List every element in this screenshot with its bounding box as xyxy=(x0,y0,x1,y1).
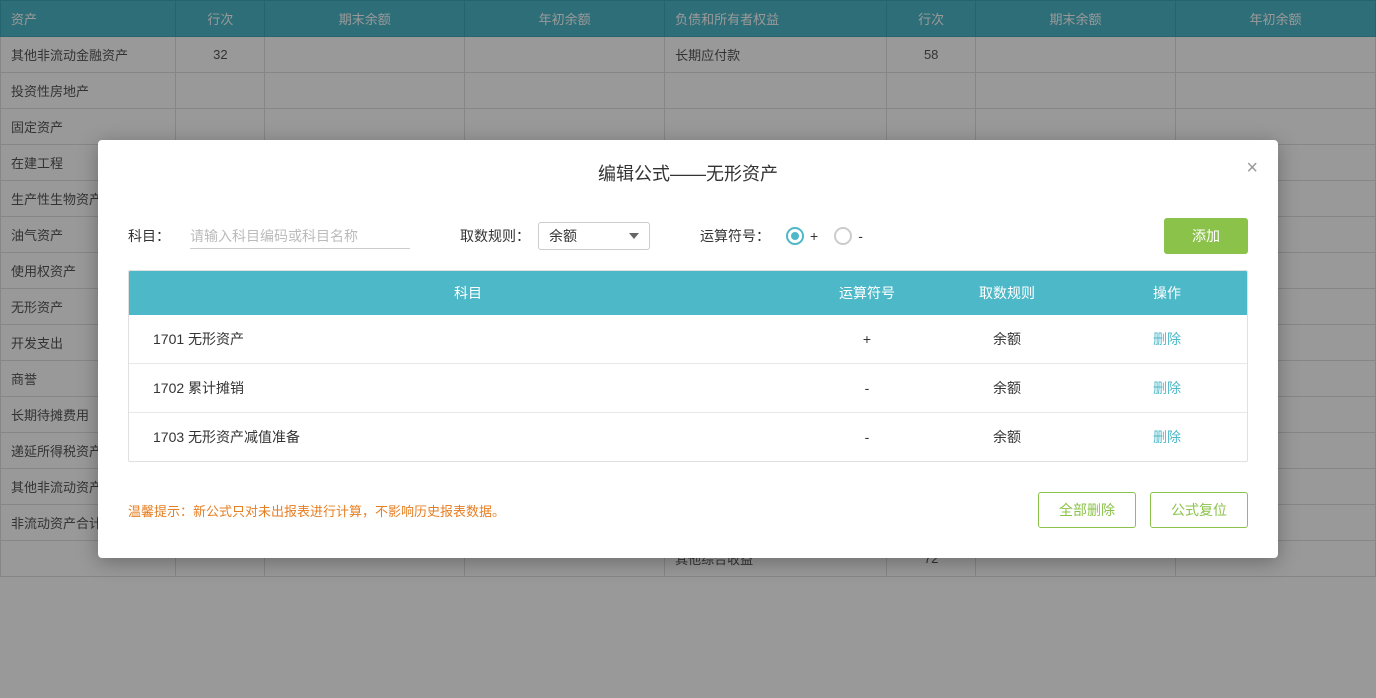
add-button[interactable]: 添加 xyxy=(1164,218,1248,254)
delete-row-link[interactable]: 删除 xyxy=(1153,331,1181,347)
radio-plus-indicator xyxy=(786,227,804,245)
cell-formula-subject: 1703 无形资产减值准备 xyxy=(129,413,807,462)
formula-form: 科目： 取数规则： 余额 借方 贷方 借方发生额 贷方发生额 运算符号： + - xyxy=(98,202,1278,270)
rule-label: 取数规则： xyxy=(460,226,530,246)
cell-formula-subject: 1701 无形资产 xyxy=(129,315,807,364)
cell-formula-action[interactable]: 删除 xyxy=(1087,364,1247,413)
delete-all-button[interactable]: 全部删除 xyxy=(1038,492,1136,528)
close-button[interactable]: × xyxy=(1246,158,1258,178)
operator-plus-label: + xyxy=(810,228,818,244)
cell-formula-rule: 余额 xyxy=(927,364,1087,413)
operator-plus-radio[interactable]: + xyxy=(786,227,818,245)
th-action: 操作 xyxy=(1087,271,1247,315)
radio-minus-indicator xyxy=(834,227,852,245)
cell-formula-operator: + xyxy=(807,315,927,364)
delete-row-link[interactable]: 删除 xyxy=(1153,429,1181,445)
modal-footer: 温馨提示：新公式只对未出报表进行计算，不影响历史报表数据。 全部删除 公式复位 xyxy=(98,472,1278,528)
footer-buttons: 全部删除 公式复位 xyxy=(1038,492,1248,528)
delete-row-link[interactable]: 删除 xyxy=(1153,380,1181,396)
th-operator: 运算符号 xyxy=(807,271,927,315)
cell-formula-rule: 余额 xyxy=(927,315,1087,364)
reset-formula-button[interactable]: 公式复位 xyxy=(1150,492,1248,528)
rule-select[interactable]: 余额 借方 贷方 借方发生额 贷方发生额 xyxy=(538,222,650,250)
operator-label: 运算符号： xyxy=(700,226,770,246)
formula-table: 科目 运算符号 取数规则 操作 1701 无形资产 + 余额 删除 1702 累… xyxy=(128,270,1248,462)
modal-header: 编辑公式——无形资产 × xyxy=(98,140,1278,202)
cell-formula-action[interactable]: 删除 xyxy=(1087,413,1247,462)
subject-input[interactable] xyxy=(190,224,410,249)
operator-minus-radio[interactable]: - xyxy=(834,227,863,245)
cell-formula-subject: 1702 累计摊销 xyxy=(129,364,807,413)
subject-label: 科目： xyxy=(128,226,170,246)
formula-row: 1701 无形资产 + 余额 删除 xyxy=(129,315,1247,364)
formula-row: 1703 无形资产减值准备 - 余额 删除 xyxy=(129,413,1247,462)
modal-title: 编辑公式——无形资产 xyxy=(598,160,778,186)
cell-formula-operator: - xyxy=(807,413,927,462)
formula-row: 1702 累计摊销 - 余额 删除 xyxy=(129,364,1247,413)
cell-formula-rule: 余额 xyxy=(927,413,1087,462)
th-rule: 取数规则 xyxy=(927,271,1087,315)
th-subject: 科目 xyxy=(129,271,807,315)
edit-formula-modal: 编辑公式——无形资产 × 科目： 取数规则： 余额 借方 贷方 借方发生额 贷方… xyxy=(98,140,1278,558)
operator-group: 运算符号： + - xyxy=(700,226,863,246)
cell-formula-action[interactable]: 删除 xyxy=(1087,315,1247,364)
operator-minus-label: - xyxy=(858,228,863,244)
rule-group: 取数规则： 余额 借方 贷方 借方发生额 贷方发生额 xyxy=(460,222,650,250)
tip-text: 温馨提示：新公式只对未出报表进行计算，不影响历史报表数据。 xyxy=(128,501,505,520)
cell-formula-operator: - xyxy=(807,364,927,413)
